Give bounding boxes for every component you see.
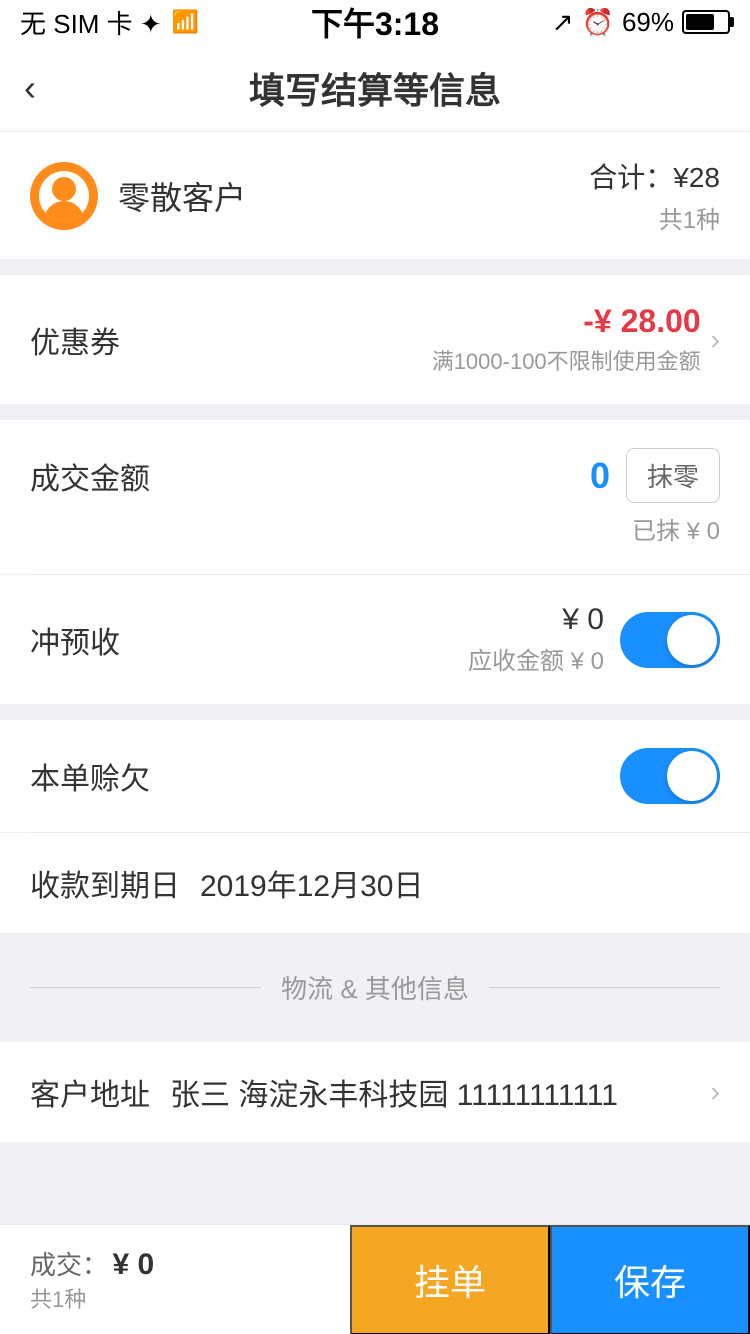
debt-toggle-thumb [667, 751, 717, 801]
customer-left: 零散客户 [30, 162, 246, 230]
divider-6 [0, 1142, 750, 1158]
battery-fill [686, 14, 714, 30]
divider-1 [0, 259, 750, 275]
coupon-right: -¥ 28.00 满1000-100不限制使用金额 › [432, 303, 720, 376]
divider-4 [0, 933, 750, 949]
amount-sub: 已抹 ¥ 0 [30, 511, 720, 546]
customer-total: 合计：¥28 [589, 156, 720, 196]
coupon-label: 优惠券 [30, 318, 120, 362]
status-left: 无 SIM 卡 ✦ 📶 [20, 4, 199, 41]
status-time: 下午3:18 [311, 0, 439, 45]
amount-section: 成交金额 0 抹零 已抹 ¥ 0 [0, 420, 750, 574]
bottom-bar: 成交： ¥ 0 共1种 挂单 保存 [0, 1224, 750, 1334]
prepay-main-value: ¥ 0 [468, 603, 604, 637]
logistics-line-right [489, 987, 720, 988]
status-right: ↗ ⏰ 69% [552, 7, 730, 38]
coupon-section[interactable]: 优惠券 -¥ 28.00 满1000-100不限制使用金额 › [0, 275, 750, 404]
avatar-icon [39, 171, 89, 221]
coupon-desc: 满1000-100不限制使用金额 [432, 344, 701, 376]
customer-right: 合计：¥28 共1种 [589, 156, 720, 235]
bottom-count: 共1种 [30, 1282, 320, 1314]
amount-top: 成交金额 0 抹零 [30, 448, 720, 503]
save-button[interactable]: 保存 [550, 1225, 750, 1334]
customer-section: 零散客户 合计：¥28 共1种 [0, 132, 750, 259]
status-bar: 无 SIM 卡 ✦ 📶 下午3:18 ↗ ⏰ 69% [0, 0, 750, 44]
amount-input-area: 0 抹零 [590, 448, 720, 503]
prepay-section: 冲预收 ¥ 0 应收金额 ¥ 0 [0, 575, 750, 704]
due-date-section: 收款到期日 2019年12月30日 [0, 833, 750, 933]
due-date-value: 2019年12月30日 [200, 861, 423, 905]
chevron-right-icon: › [711, 324, 720, 356]
divider-2 [0, 404, 750, 420]
address-label: 客户地址 [30, 1070, 150, 1114]
logistics-label: 物流 & 其他信息 [281, 969, 469, 1006]
debt-label: 本单赊欠 [30, 754, 150, 798]
hang-button[interactable]: 挂单 [350, 1225, 550, 1334]
logistics-divider: 物流 & 其他信息 [0, 949, 750, 1026]
amount-label: 成交金额 [30, 454, 150, 498]
divider-5 [0, 1026, 750, 1042]
coupon-amount: -¥ 28.00 [432, 303, 701, 340]
customer-count: 共1种 [589, 200, 720, 235]
bottom-deal-row: 成交： ¥ 0 [30, 1245, 320, 1282]
customer-name: 零散客户 [118, 173, 246, 219]
no-sim-text: 无 SIM 卡 ✦ [20, 4, 162, 41]
round-button[interactable]: 抹零 [626, 448, 720, 503]
avatar-head [52, 177, 76, 201]
customer-avatar [30, 162, 98, 230]
address-section[interactable]: 客户地址 张三 海淀永丰科技园 11111111111 › [0, 1042, 750, 1142]
avatar-body [44, 201, 84, 221]
divider-3 [0, 704, 750, 720]
prepay-sub-value: 应收金额 ¥ 0 [468, 641, 604, 676]
battery-tip [730, 17, 734, 27]
nav-bar: ‹ 填写结算等信息 [0, 44, 750, 132]
debt-section: 本单赊欠 [0, 720, 750, 832]
battery-icon [682, 10, 730, 34]
wifi-icon: 📶 [172, 9, 199, 35]
location-icon: ↗ [552, 7, 574, 38]
bottom-deal-amount: ¥ 0 [112, 1248, 154, 1281]
bottom-deal-label: 成交： [30, 1250, 108, 1280]
content: 零散客户 合计：¥28 共1种 优惠券 -¥ 28.00 满1000-100不限… [0, 132, 750, 1278]
prepay-values: ¥ 0 应收金额 ¥ 0 [468, 603, 604, 676]
debt-toggle[interactable] [620, 748, 720, 804]
bottom-info: 成交： ¥ 0 共1种 [0, 1245, 350, 1314]
amount-value[interactable]: 0 [590, 455, 610, 497]
due-date-label: 收款到期日 [30, 861, 180, 905]
prepay-label: 冲预收 [30, 618, 120, 662]
logistics-line-left [30, 987, 261, 988]
page-title: 填写结算等信息 [249, 62, 501, 114]
back-button[interactable]: ‹ [24, 67, 36, 109]
alarm-icon: ⏰ [582, 7, 614, 38]
toggle-thumb [667, 615, 717, 665]
prepay-right: ¥ 0 应收金额 ¥ 0 [468, 603, 720, 676]
coupon-values: -¥ 28.00 满1000-100不限制使用金额 [432, 303, 701, 376]
address-chevron-icon: › [711, 1076, 720, 1108]
address-value: 张三 海淀永丰科技园 11111111111 [170, 1070, 711, 1114]
prepay-toggle[interactable] [620, 612, 720, 668]
battery-percent: 69% [622, 7, 674, 38]
